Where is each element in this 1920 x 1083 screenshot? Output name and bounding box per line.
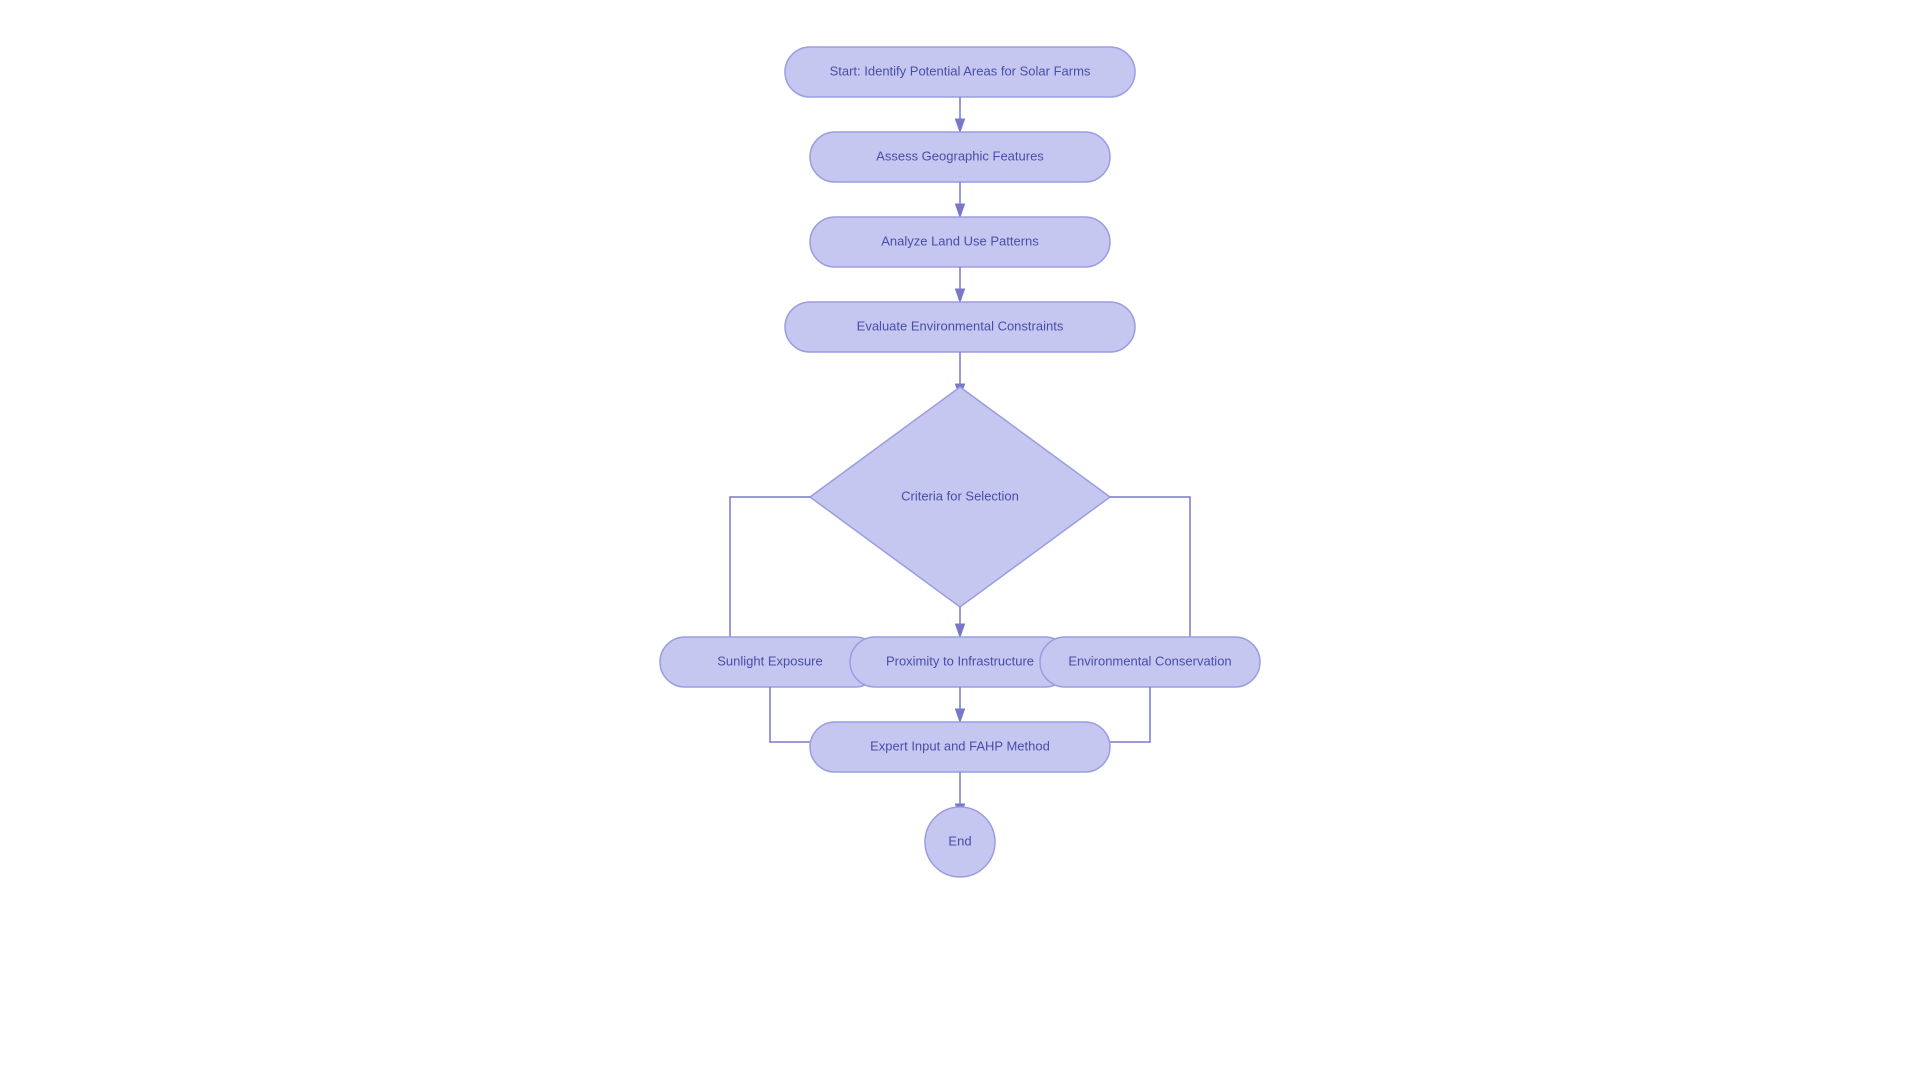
end-label: End: [948, 833, 971, 848]
environmental-label: Evaluate Environmental Constraints: [857, 318, 1064, 333]
expert-label: Expert Input and FAHP Method: [870, 738, 1050, 753]
start-label: Start: Identify Potential Areas for Sola…: [830, 63, 1091, 78]
landuse-label: Analyze Land Use Patterns: [881, 233, 1039, 248]
conservation-label: Environmental Conservation: [1068, 653, 1231, 668]
flowchart-svg: Start: Identify Potential Areas for Sola…: [610, 42, 1310, 1042]
flowchart-container: Start: Identify Potential Areas for Sola…: [610, 42, 1310, 1042]
criteria-label: Criteria for Selection: [901, 488, 1019, 503]
geographic-label: Assess Geographic Features: [876, 148, 1044, 163]
sunlight-label: Sunlight Exposure: [717, 653, 823, 668]
proximity-label: Proximity to Infrastructure: [886, 653, 1034, 668]
